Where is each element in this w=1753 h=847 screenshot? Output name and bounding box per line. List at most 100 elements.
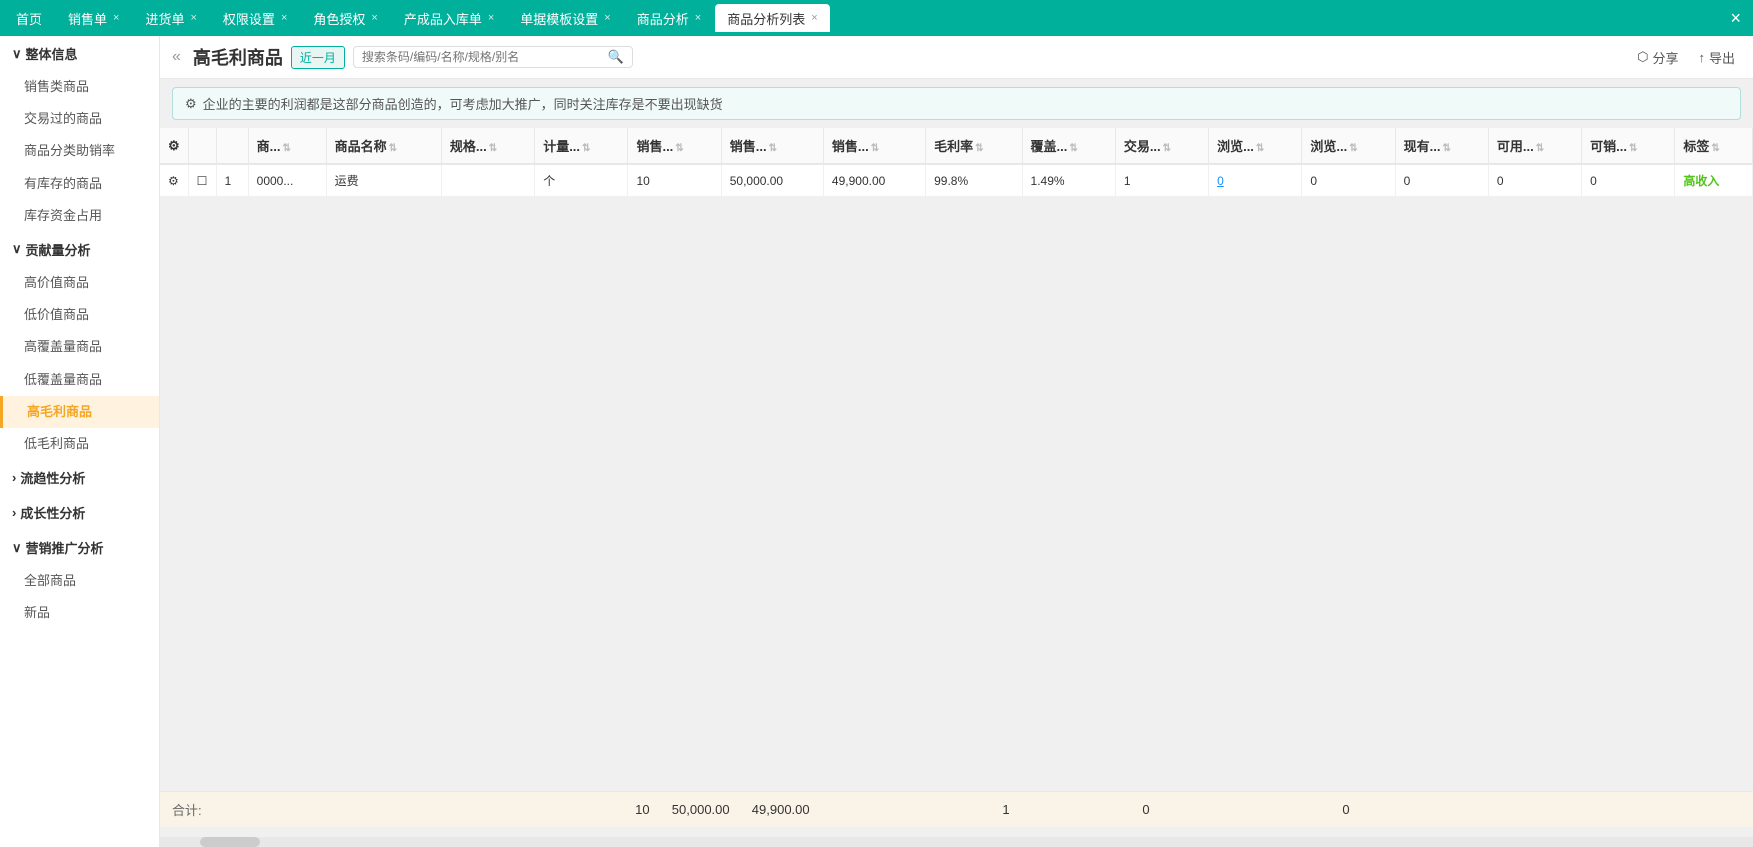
sidebar-item-traded-goods[interactable]: 交易过的商品 (0, 103, 159, 135)
sidebar-item-label-traded-goods: 交易过的商品 (24, 111, 102, 126)
col-label-name: 商品名称 (335, 139, 387, 154)
tab-analysis[interactable]: 商品分析× (625, 4, 713, 32)
sidebar-item-stocked-goods[interactable]: 有库存的商品 (0, 168, 159, 200)
tab-sales[interactable]: 销售单× (56, 4, 131, 32)
tab-label-permission: 权限设置 (223, 9, 275, 28)
period-button[interactable]: 近一月 (291, 46, 345, 69)
col-header-name[interactable]: 商品名称⇅ (326, 128, 441, 164)
col-header-browse2[interactable]: 浏览...⇅ (1302, 128, 1395, 164)
sort-icon-spec: ⇅ (489, 143, 497, 154)
table-wrap[interactable]: ⚙商...⇅商品名称⇅规格...⇅计量...⇅销售...⇅销售...⇅销售...… (160, 128, 1753, 847)
tab-close-product-in[interactable]: × (488, 12, 494, 24)
sidebar-section-financial[interactable]: ∨贡献量分析 (0, 232, 159, 267)
sort-icon-available1: ⇅ (1442, 143, 1450, 154)
table-body: ⚙☐10000...运费个1050,000.0049,900.0099.8%1.… (160, 164, 1753, 197)
sort-icon-name: ⇅ (389, 143, 397, 154)
col-header-browse1[interactable]: 浏览...⇅ (1209, 128, 1302, 164)
sidebar-item-stock-ratio[interactable]: 库存资金占用 (0, 200, 159, 232)
search-input[interactable] (362, 50, 604, 64)
row-margin-rate: 99.8% (926, 164, 1022, 197)
col-label-spec: 规格... (450, 139, 487, 154)
tab-analysis-list[interactable]: 商品分析列表× (715, 4, 829, 32)
tab-product-in[interactable]: 产成品入库单× (392, 4, 506, 32)
sidebar-item-low-margin[interactable]: 低毛利商品 (0, 428, 159, 460)
tab-close-permission[interactable]: × (281, 12, 287, 24)
col-header-saleable[interactable]: 可销...⇅ (1582, 128, 1675, 164)
col-label-settings: ⚙ (168, 138, 180, 153)
col-header-code[interactable]: 商...⇅ (248, 128, 326, 164)
sidebar-item-high-freq[interactable]: 高覆盖量商品 (0, 331, 159, 363)
tab-label-home: 首页 (16, 9, 42, 28)
sort-icon-transaction: ⇅ (1163, 143, 1171, 154)
col-header-margin-rate[interactable]: 毛利率⇅ (926, 128, 1022, 164)
tab-close-purchase[interactable]: × (190, 12, 196, 24)
tab-close-role[interactable]: × (371, 12, 377, 24)
share-button[interactable]: ⬡ 分享 (1631, 46, 1684, 69)
row-checkbox[interactable]: ☐ (188, 164, 216, 197)
row-transaction: 1 (1115, 164, 1208, 197)
tab-role[interactable]: 角色授权× (301, 4, 389, 32)
sidebar-item-low-freq[interactable]: 低覆盖量商品 (0, 364, 159, 396)
sidebar-section-overall[interactable]: ∨整体信息 (0, 36, 159, 71)
col-header-spec[interactable]: 规格...⇅ (441, 128, 534, 164)
col-header-available1[interactable]: 现有...⇅ (1395, 128, 1488, 164)
col-label-transaction: 交易... (1124, 139, 1161, 154)
col-header-sales-cost[interactable]: 销售...⇅ (823, 128, 925, 164)
col-header-transaction[interactable]: 交易...⇅ (1115, 128, 1208, 164)
col-header-unit[interactable]: 计量...⇅ (535, 128, 628, 164)
col-header-sales-qty[interactable]: 销售...⇅ (628, 128, 721, 164)
sidebar-item-label-low-value: 低价值商品 (24, 307, 89, 322)
tab-close-sales[interactable]: × (113, 12, 119, 24)
sidebar: ∨整体信息销售类商品交易过的商品商品分类助销率有库存的商品库存资金占用∨贡献量分… (0, 36, 160, 847)
sidebar-item-label-stocked-goods: 有库存的商品 (24, 176, 102, 191)
tab-purchase[interactable]: 进货单× (133, 4, 208, 32)
sidebar-item-high-value[interactable]: 高价值商品 (0, 267, 159, 299)
tab-label-template: 单据模板设置 (520, 9, 598, 28)
scrollbar-thumb[interactable] (200, 837, 260, 847)
top-nav: 首页销售单×进货单×权限设置×角色授权×产成品入库单×单据模板设置×商品分析×商… (0, 0, 1753, 36)
section-arrow-overall: ∨ (12, 46, 22, 62)
sidebar-item-label-all-goods: 全部商品 (24, 573, 76, 588)
content-header: « 高毛利商品 近一月 🔍 ⬡ 分享 ↑ 导出 (160, 36, 1753, 79)
col-header-tag[interactable]: 标签⇅ (1675, 128, 1753, 164)
horizontal-scrollbar[interactable] (160, 837, 1753, 847)
row-code[interactable]: 0000... (248, 164, 326, 197)
settings-icon[interactable]: ⚙ (160, 164, 188, 197)
sidebar-item-high-margin[interactable]: 高毛利商品 (0, 396, 159, 428)
sidebar-item-label-low-margin: 低毛利商品 (24, 436, 89, 451)
tab-permission[interactable]: 权限设置 × (211, 4, 299, 32)
tab-close-analysis[interactable]: × (695, 12, 701, 24)
sidebar-item-low-value[interactable]: 低价值商品 (0, 299, 159, 331)
sort-icon-tag: ⇅ (1711, 143, 1719, 154)
col-label-sales-amount: 销售... (730, 139, 767, 154)
tab-home[interactable]: 首页 (4, 4, 54, 32)
row-sales-amount: 50,000.00 (721, 164, 823, 197)
tab-template[interactable]: 单据模板设置 × (508, 4, 622, 32)
section-label-growth: 成长性分析 (20, 503, 85, 522)
sidebar-item-all-goods[interactable]: 全部商品 (0, 565, 159, 597)
col-header-coverage[interactable]: 覆盖...⇅ (1022, 128, 1115, 164)
tab-close-template[interactable]: × (604, 12, 610, 24)
sidebar-item-goods-ratio[interactable]: 商品分类助销率 (0, 135, 159, 167)
sort-icon-sales-cost: ⇅ (871, 143, 879, 154)
tab-close-analysis-list[interactable]: × (811, 12, 817, 24)
col-label-saleable: 可销... (1590, 139, 1627, 154)
sidebar-section-trend[interactable]: ›流趋性分析 (0, 460, 159, 495)
search-icon[interactable]: 🔍 (608, 49, 624, 65)
page-title: 高毛利商品 (193, 44, 283, 70)
sort-icon-sales-amount: ⇅ (769, 143, 777, 154)
col-header-available2[interactable]: 可用...⇅ (1488, 128, 1581, 164)
sidebar-section-marketing[interactable]: ∨营销推广分析 (0, 530, 159, 565)
row-browse1[interactable]: 0 (1209, 164, 1302, 197)
sort-icon-margin-rate: ⇅ (975, 143, 983, 154)
sidebar-item-sales-goods[interactable]: 销售类商品 (0, 71, 159, 103)
sidebar-section-growth[interactable]: ›成长性分析 (0, 495, 159, 530)
col-header-sales-amount[interactable]: 销售...⇅ (721, 128, 823, 164)
row-index: 1 (216, 164, 248, 197)
collapse-sidebar-button[interactable]: « (172, 48, 181, 66)
sidebar-item-new-goods[interactable]: 新品 (0, 597, 159, 629)
window-close-button[interactable]: × (1722, 8, 1749, 29)
export-button[interactable]: ↑ 导出 (1692, 46, 1741, 69)
row-sales-qty: 10 (628, 164, 721, 197)
sidebar-content: ∨整体信息销售类商品交易过的商品商品分类助销率有库存的商品库存资金占用∨贡献量分… (0, 36, 159, 629)
